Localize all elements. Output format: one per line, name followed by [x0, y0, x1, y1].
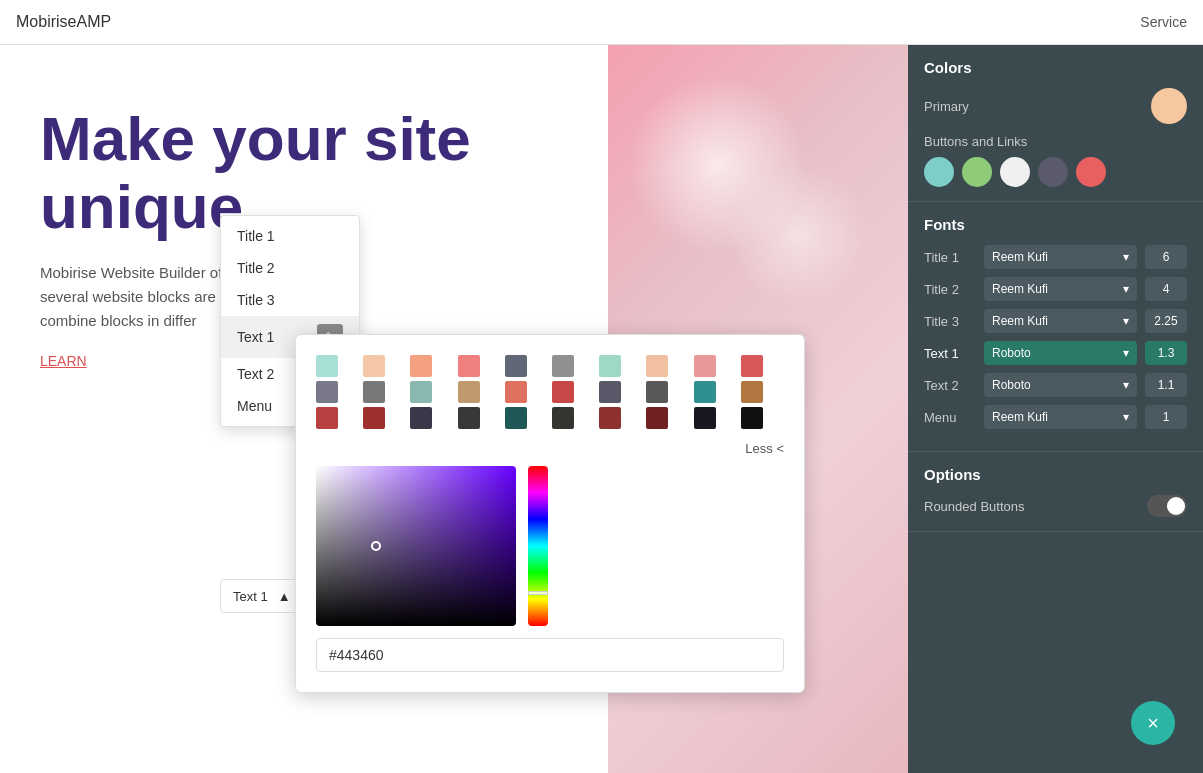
color-swatch[interactable]	[505, 381, 527, 403]
primary-color-swatch[interactable]	[1151, 88, 1187, 124]
font-label: Menu	[924, 410, 976, 425]
colors-section: Colors Primary Buttons and Links	[908, 45, 1203, 202]
font-size-input[interactable]: 1.3	[1145, 341, 1187, 365]
rounded-buttons-toggle[interactable]	[1147, 495, 1187, 517]
primary-label: Primary	[924, 99, 969, 114]
color-swatch[interactable]	[599, 355, 621, 377]
color-option-red[interactable]	[1076, 157, 1106, 187]
font-row-menu: Menu Reem Kufi▾ 1	[924, 405, 1187, 429]
color-swatches-grid	[316, 355, 784, 429]
color-swatch[interactable]	[458, 381, 480, 403]
font-select[interactable]: Reem Kufi▾	[984, 277, 1137, 301]
font-select[interactable]: Reem Kufi▾	[984, 405, 1137, 429]
font-label: Text 2	[924, 378, 976, 393]
color-swatch[interactable]	[363, 381, 385, 403]
color-input-row	[316, 638, 784, 672]
color-swatch[interactable]	[694, 355, 716, 377]
main-layout: Make your site unique Mobirise Website B…	[0, 45, 1203, 773]
chevron-up-icon: ▲	[278, 589, 291, 604]
font-row-title3: Title 3 Reem Kufi▾ 2.25	[924, 309, 1187, 333]
topbar: MobiriseAMP Service	[0, 0, 1203, 45]
font-size-input[interactable]: 1	[1145, 405, 1187, 429]
dropdown-item-title2[interactable]: Title 2	[221, 252, 359, 284]
selected-text-label: Text 1	[233, 589, 268, 604]
font-select[interactable]: Reem Kufi▾	[984, 309, 1137, 333]
colors-title: Colors	[924, 59, 1187, 76]
color-swatch[interactable]	[599, 407, 621, 429]
font-label: Title 3	[924, 314, 976, 329]
font-size-input[interactable]: 2.25	[1145, 309, 1187, 333]
color-option-teal[interactable]	[924, 157, 954, 187]
font-select[interactable]: Reem Kufi▾	[984, 245, 1137, 269]
topbar-logo: MobiriseAMP	[16, 13, 111, 31]
color-swatch[interactable]	[363, 355, 385, 377]
color-options-row	[924, 157, 1187, 187]
font-select[interactable]: Roboto▾	[984, 341, 1137, 365]
color-swatch[interactable]	[363, 407, 385, 429]
font-row-text1: Text 1 Roboto▾ 1.3	[924, 341, 1187, 365]
color-swatch[interactable]	[552, 407, 574, 429]
dropdown-item-title1[interactable]: Title 1	[221, 220, 359, 252]
color-spectrum-bar[interactable]	[528, 466, 548, 626]
topbar-nav: Service	[1140, 14, 1187, 30]
fonts-title: Fonts	[924, 216, 1187, 233]
primary-color-row: Primary	[924, 88, 1187, 124]
font-size-input[interactable]: 6	[1145, 245, 1187, 269]
color-swatch[interactable]	[505, 407, 527, 429]
color-swatch[interactable]	[552, 355, 574, 377]
color-swatch[interactable]	[410, 355, 432, 377]
font-rows: Title 1Reem Kufi▾6Title 2Reem Kufi▾4Titl…	[924, 245, 1187, 429]
color-swatch[interactable]	[316, 381, 338, 403]
gradient-cursor	[371, 541, 381, 551]
color-swatch[interactable]	[552, 381, 574, 403]
color-gradient-canvas[interactable]	[316, 466, 516, 626]
color-swatch[interactable]	[316, 407, 338, 429]
color-swatch[interactable]	[410, 381, 432, 403]
font-select[interactable]: Roboto▾	[984, 373, 1137, 397]
less-button[interactable]: Less <	[316, 441, 784, 456]
rounded-buttons-label: Rounded Buttons	[924, 499, 1024, 514]
color-hex-input[interactable]	[316, 638, 784, 672]
font-label: Text 1	[924, 346, 976, 361]
buttons-links-label: Buttons and Links	[924, 134, 1187, 149]
color-swatch[interactable]	[646, 381, 668, 403]
color-swatch[interactable]	[741, 381, 763, 403]
color-swatch[interactable]	[646, 407, 668, 429]
close-button[interactable]: ×	[1131, 701, 1175, 745]
color-swatch[interactable]	[505, 355, 527, 377]
options-section: Options Rounded Buttons	[908, 452, 1203, 532]
color-swatch[interactable]	[599, 381, 621, 403]
rounded-buttons-row: Rounded Buttons	[924, 495, 1187, 517]
right-panel: Colors Primary Buttons and Links Fonts T…	[908, 45, 1203, 773]
color-swatch[interactable]	[458, 407, 480, 429]
spectrum-cursor	[528, 591, 548, 595]
color-swatch[interactable]	[458, 355, 480, 377]
color-swatch[interactable]	[694, 381, 716, 403]
font-label: Title 1	[924, 250, 976, 265]
options-title: Options	[924, 466, 1187, 483]
color-swatch[interactable]	[694, 407, 716, 429]
font-label: Title 2	[924, 282, 976, 297]
color-swatch[interactable]	[410, 407, 432, 429]
font-size-input[interactable]: 1.1	[1145, 373, 1187, 397]
font-row-text2: Text 2 Roboto▾ 1.1	[924, 373, 1187, 397]
canvas-area: Make your site unique Mobirise Website B…	[0, 45, 908, 773]
dropdown-item-title3[interactable]: Title 3	[221, 284, 359, 316]
font-size-input[interactable]: 4	[1145, 277, 1187, 301]
font-row-title1: Title 1 Reem Kufi▾ 6	[924, 245, 1187, 269]
fonts-section: Fonts Title 1 Reem Kufi▾ 6 Title 2 Reem Kufi…	[908, 202, 1203, 452]
color-swatch[interactable]	[741, 407, 763, 429]
color-swatch[interactable]	[741, 355, 763, 377]
color-picker-main	[316, 466, 784, 626]
color-picker-popup: Less <	[295, 334, 805, 693]
color-option-white[interactable]	[1000, 157, 1030, 187]
color-swatch[interactable]	[646, 355, 668, 377]
font-row-title2: Title 2 Reem Kufi▾ 4	[924, 277, 1187, 301]
color-option-green[interactable]	[962, 157, 992, 187]
color-swatch[interactable]	[316, 355, 338, 377]
color-option-dark[interactable]	[1038, 157, 1068, 187]
